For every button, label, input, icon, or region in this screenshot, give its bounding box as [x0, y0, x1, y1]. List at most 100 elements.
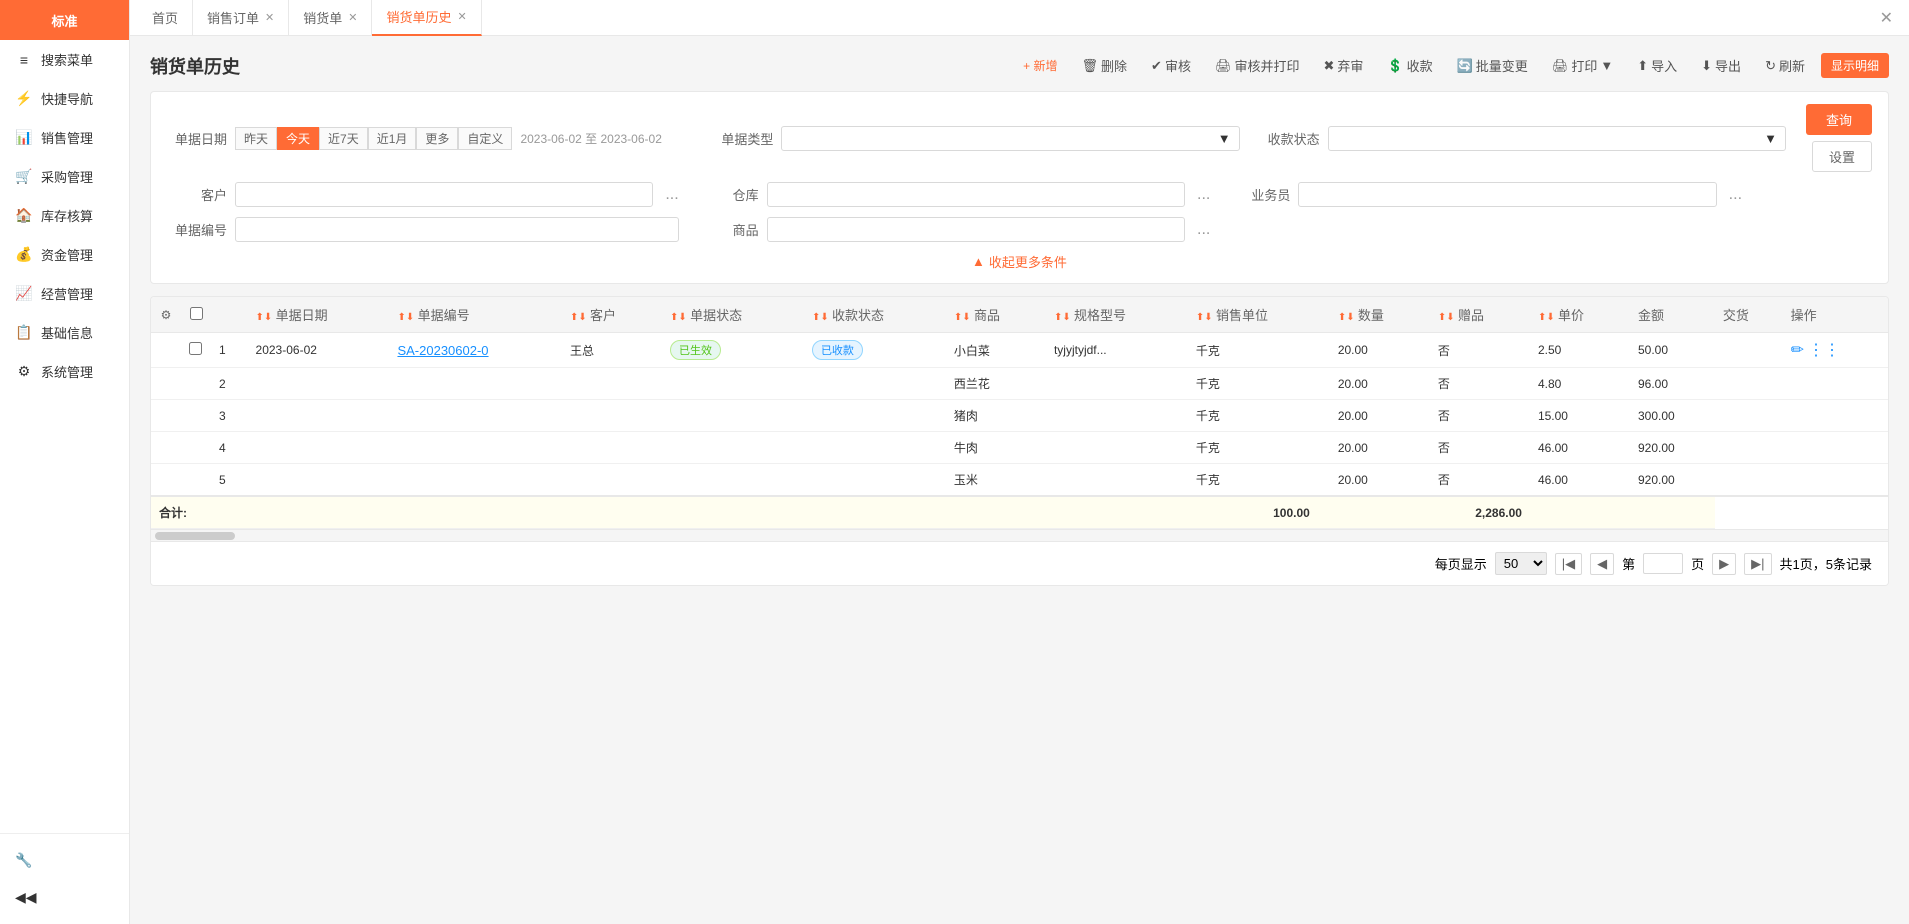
row-payment-status-3	[804, 400, 946, 432]
date-tag-custom[interactable]: 自定义	[458, 127, 512, 150]
th-gift[interactable]: ⬆⬇ 赠品	[1430, 297, 1530, 333]
tab-home[interactable]: 首页	[138, 0, 193, 36]
th-customer[interactable]: ⬆⬇ 客户	[562, 297, 662, 333]
th-unit[interactable]: ⬆⬇ 销售单位	[1188, 297, 1330, 333]
row-transaction-3	[1715, 400, 1783, 432]
sidebar-item-sys-mgmt[interactable]: ⚙ 系统管理	[0, 352, 129, 391]
salesperson-dots[interactable]: ...	[1729, 186, 1742, 204]
goods-dots[interactable]: ...	[1197, 221, 1210, 239]
close-all-tabs[interactable]: ✕	[1872, 8, 1901, 28]
warehouse-dots[interactable]: ...	[1197, 186, 1210, 204]
row-customer-3	[562, 400, 662, 432]
next-page-button[interactable]: ▶	[1712, 553, 1736, 575]
docno-input[interactable]	[235, 217, 679, 242]
batch-change-button[interactable]: 🔄 批量变更	[1449, 52, 1536, 79]
sidebar-item-ops[interactable]: 📈 经营管理	[0, 274, 129, 313]
tab-sales-history[interactable]: 销货单历史 ✕	[372, 0, 481, 36]
th-checkbox[interactable]	[181, 297, 211, 333]
sidebar-item-quick-nav[interactable]: ⚡ 快捷导航	[0, 79, 129, 118]
tab-sales-delivery[interactable]: 销货单 ✕	[289, 0, 372, 36]
sidebar-bottom-settings[interactable]: 🔧	[0, 842, 129, 879]
th-doc-no[interactable]: ⬆⬇ 单据编号	[389, 297, 561, 333]
date-tag-7days[interactable]: 近7天	[319, 127, 368, 150]
sidebar-item-search-menu[interactable]: ≡ 搜索菜单	[0, 40, 129, 79]
inventory-icon: 🏠	[15, 207, 33, 224]
date-tag-today[interactable]: 今天	[277, 127, 319, 150]
warehouse-input[interactable]	[767, 182, 1185, 207]
th-spec[interactable]: ⬆⬇ 规格型号	[1046, 297, 1188, 333]
abandon-button[interactable]: ✖ 弃审	[1315, 52, 1371, 79]
page-number-input[interactable]: 1	[1643, 553, 1683, 574]
row-1-checkbox[interactable]	[189, 342, 202, 355]
row-checkbox-5[interactable]	[181, 464, 211, 497]
add-button[interactable]: + 新增	[1015, 53, 1065, 78]
row-doc-no-1[interactable]: SA-20230602-0	[389, 333, 561, 368]
display-detail-button[interactable]: 显示明细	[1821, 53, 1889, 78]
th-rowno	[211, 297, 248, 333]
row-gift-3: 否	[1430, 400, 1530, 432]
sidebar-item-basic-info[interactable]: 📋 基础信息	[0, 313, 129, 352]
row-checkbox-4[interactable]	[181, 432, 211, 464]
sort-payment-status-icon: ⬆⬇	[812, 312, 829, 323]
row-checkbox-3[interactable]	[181, 400, 211, 432]
sidebar-item-inventory[interactable]: 🏠 库存核算	[0, 196, 129, 235]
th-gear[interactable]: ⚙	[151, 297, 181, 333]
print-button[interactable]: 🖨 打印 ▼	[1544, 52, 1621, 79]
import-button[interactable]: ⬆ 导入	[1629, 52, 1685, 79]
date-tag-more[interactable]: 更多	[416, 127, 458, 150]
close-sales-history-tab[interactable]: ✕	[458, 10, 467, 23]
doc-type-select[interactable]: ▼	[781, 126, 1239, 151]
sales-mgmt-icon: 📊	[15, 129, 33, 146]
payment-status-select[interactable]: ▼	[1328, 126, 1786, 151]
row-goods-1: 小白菜	[946, 333, 1046, 368]
goods-input[interactable]	[767, 217, 1185, 242]
sidebar-item-sales-mgmt[interactable]: 📊 销售管理	[0, 118, 129, 157]
last-page-button[interactable]: ▶|	[1744, 553, 1771, 575]
setting-button[interactable]: 设置	[1812, 141, 1872, 172]
th-qty[interactable]: ⬆⬇ 数量	[1330, 297, 1430, 333]
collapse-button[interactable]: ▲ 收起更多条件	[167, 252, 1872, 271]
th-payment-status[interactable]: ⬆⬇ 收款状态	[804, 297, 946, 333]
th-doc-status[interactable]: ⬆⬇ 单据状态	[662, 297, 804, 333]
th-goods[interactable]: ⬆⬇ 商品	[946, 297, 1046, 333]
close-sales-delivery-tab[interactable]: ✕	[348, 11, 357, 24]
close-sales-order-tab[interactable]: ✕	[265, 11, 274, 24]
delete-button[interactable]: 🗑 删除	[1074, 52, 1136, 79]
refresh-button[interactable]: ↻ 刷新	[1757, 52, 1813, 79]
row-doc-status-4	[662, 432, 804, 464]
select-all-checkbox[interactable]	[190, 307, 203, 320]
row-gear-1	[151, 333, 181, 368]
sidebar-logo: 标准	[0, 0, 129, 40]
row-gear-2	[151, 368, 181, 400]
table-header-row: ⚙ ⬆⬇ 单据日期 ⬆⬇ 单据编号 ⬆⬇ 客户 ⬆⬇ 单据状态 ⬆⬇ 收款状态 …	[151, 297, 1888, 333]
sidebar-item-purchase-mgmt[interactable]: 🛒 采购管理	[0, 157, 129, 196]
row-transaction-5	[1715, 464, 1783, 497]
audit-print-button[interactable]: 🖨 审核并打印	[1207, 52, 1308, 79]
export-button[interactable]: ⬇ 导出	[1693, 52, 1749, 79]
row-checkbox-2[interactable]	[181, 368, 211, 400]
per-page-select[interactable]: 50 100	[1495, 552, 1547, 575]
query-button[interactable]: 查询	[1806, 104, 1872, 135]
row-spec-1: tyjyjtyjdf...	[1046, 333, 1188, 368]
th-unit-price[interactable]: ⬆⬇ 单价	[1530, 297, 1630, 333]
date-tag-1month[interactable]: 近1月	[368, 127, 417, 150]
th-doc-date[interactable]: ⬆⬇ 单据日期	[248, 297, 390, 333]
row-edit-btn-1[interactable]: ✏	[1791, 340, 1804, 360]
scroll-thumb[interactable]	[155, 532, 235, 540]
collapse-icon: ◀◀	[15, 889, 33, 906]
customer-input[interactable]	[235, 182, 653, 207]
collect-button[interactable]: 💲 收款	[1379, 52, 1440, 79]
first-page-button[interactable]: |◀	[1555, 553, 1582, 575]
row-gear-5	[151, 464, 181, 497]
row-checkbox-1[interactable]	[181, 333, 211, 368]
customer-dots[interactable]: ...	[665, 186, 678, 204]
prev-page-button[interactable]: ◀	[1590, 553, 1614, 575]
date-tag-yesterday[interactable]: 昨天	[235, 127, 277, 150]
salesperson-input[interactable]	[1298, 182, 1716, 207]
row-more-btn-1[interactable]: ⋮⋮	[1808, 340, 1840, 360]
audit-button[interactable]: ✔ 审核	[1143, 52, 1199, 79]
horizontal-scrollbar[interactable]	[151, 529, 1888, 541]
sidebar-bottom-collapse[interactable]: ◀◀	[0, 879, 129, 916]
tab-sales-order[interactable]: 销售订单 ✕	[193, 0, 289, 36]
sidebar-item-finance[interactable]: 💰 资金管理	[0, 235, 129, 274]
